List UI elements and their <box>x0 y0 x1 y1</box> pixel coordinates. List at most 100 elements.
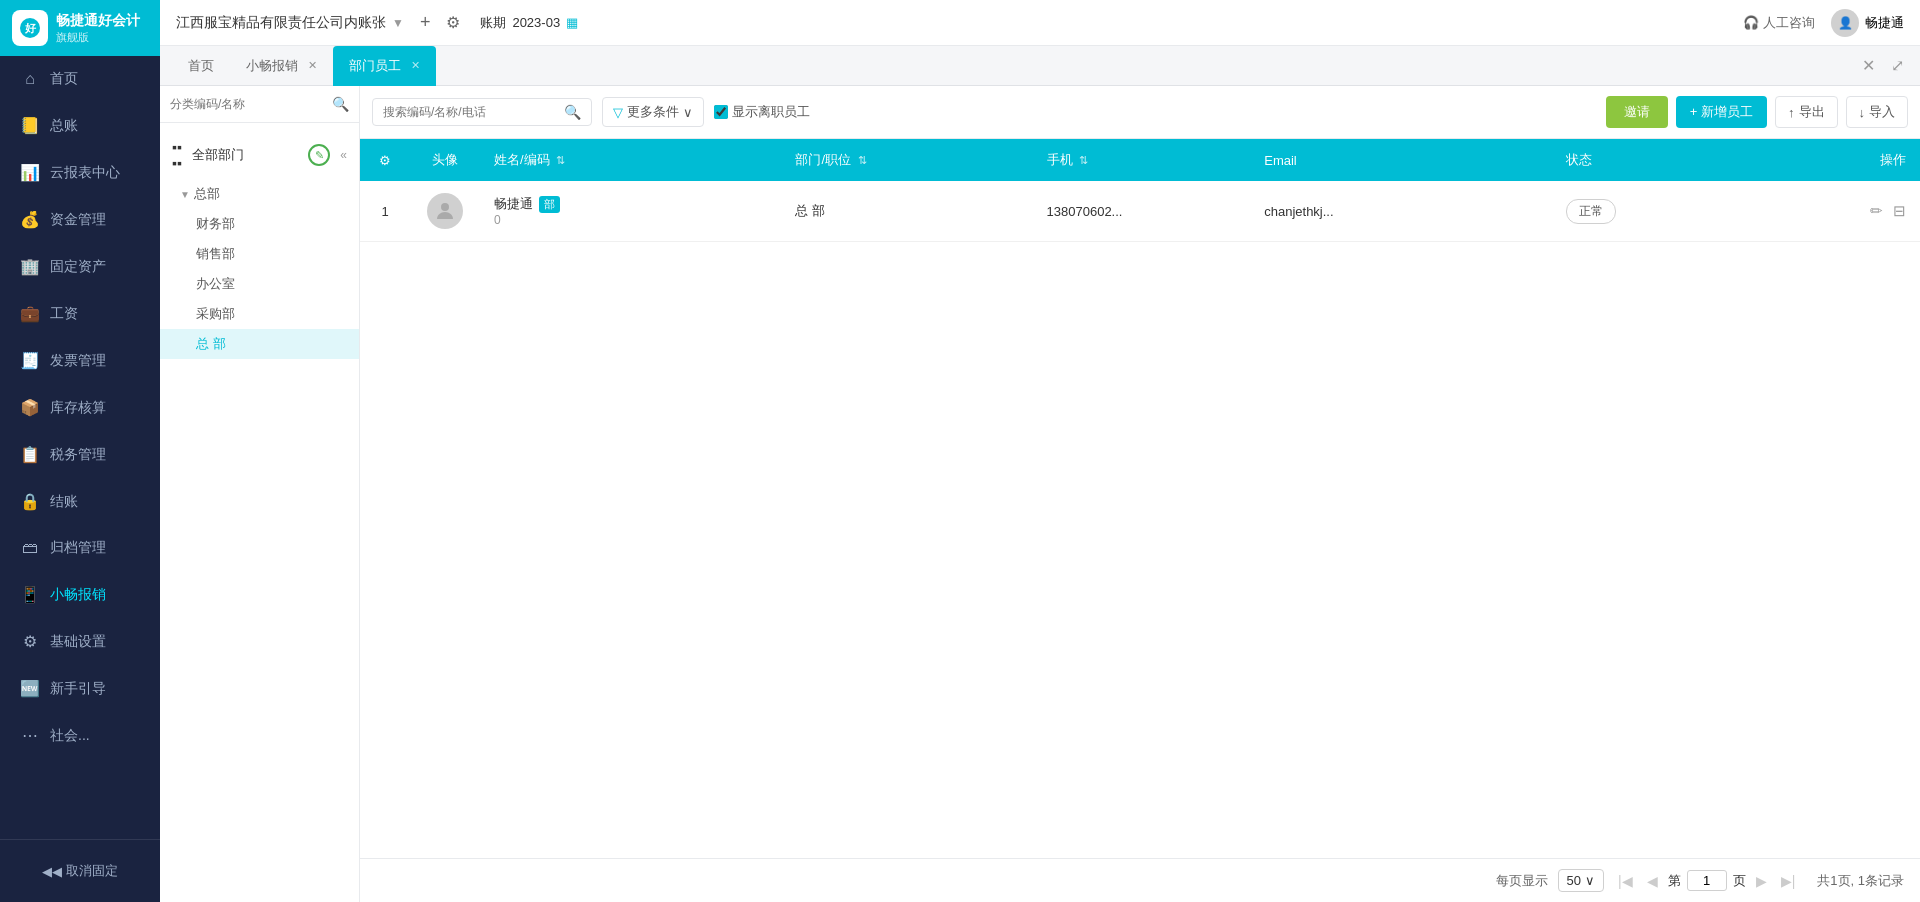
settings-icon: ⚙ <box>20 632 40 651</box>
sidebar-item-guide[interactable]: 🆕 新手引导 <box>0 665 160 712</box>
dept-headquarter-header[interactable]: ▼ 总部 <box>160 179 359 209</box>
page-size-value: 50 <box>1567 873 1581 888</box>
export-icon: ↑ <box>1788 105 1795 120</box>
sidebar-nav: ⌂ 首页 📒 总账 📊 云报表中心 💰 资金管理 🏢 固定资产 💼 工资 🧾 发… <box>0 56 160 839</box>
sidebar-item-home[interactable]: ⌂ 首页 <box>0 56 160 102</box>
tab-employees-close[interactable]: ✕ <box>411 59 420 72</box>
sort-phone-icon: ⇅ <box>1079 154 1088 166</box>
emp-dept-text: 总 部 <box>795 203 825 218</box>
sort-name-icon: ⇅ <box>556 154 565 166</box>
dept-search-input[interactable] <box>170 97 326 111</box>
next-page-button[interactable]: ▶ <box>1752 871 1771 891</box>
sidebar-item-tax[interactable]: 📋 税务管理 <box>0 431 160 478</box>
expand-tab-button[interactable]: ⤢ <box>1887 52 1908 79</box>
support-button[interactable]: 🎧 人工咨询 <box>1743 14 1815 32</box>
dept-grid-icon: ▪▪▪▪ <box>172 139 182 171</box>
page-content: 🔍 ▪▪▪▪ 全部部门 ✎ « ▼ 总部 财务部 <box>160 86 1920 902</box>
sidebar-item-assets-mgmt[interactable]: 💰 资金管理 <box>0 196 160 243</box>
first-page-button[interactable]: |◀ <box>1614 871 1637 891</box>
page-size-arrow: ∨ <box>1585 873 1595 888</box>
emp-email-text: chanjethkj... <box>1264 204 1333 219</box>
add-employee-button[interactable]: + 新增员工 <box>1676 96 1767 128</box>
period-label: 账期 <box>480 14 506 32</box>
last-page-button[interactable]: ▶| <box>1777 871 1800 891</box>
sidebar-item-checkout[interactable]: 🔒 结账 <box>0 478 160 525</box>
emp-footer: 每页显示 50 ∨ |◀ ◀ 第 页 ▶ ▶| 共1页, 1条记录 <box>360 858 1920 902</box>
sidebar-ledger-label: 总账 <box>50 117 78 135</box>
edit-employee-button[interactable]: ✏ <box>1870 202 1883 220</box>
sidebar-item-invoice[interactable]: 🧾 发票管理 <box>0 337 160 384</box>
dept-finance-label: 财务部 <box>196 216 235 231</box>
toolbar-right: 邀请 + 新增员工 ↑ 导出 ↓ 导入 <box>1606 96 1908 128</box>
dept-sales[interactable]: 销售部 <box>160 239 359 269</box>
sidebar-item-payroll[interactable]: 💼 工资 <box>0 290 160 337</box>
page-size-selector[interactable]: 50 ∨ <box>1558 869 1604 892</box>
cancel-pin-button[interactable]: ◀◀ 取消固定 <box>0 852 160 890</box>
sidebar-item-expense[interactable]: 📱 小畅报销 <box>0 571 160 618</box>
close-tab-button[interactable]: ✕ <box>1858 52 1879 79</box>
add-company-button[interactable]: + <box>416 12 435 33</box>
tab-expense-label: 小畅报销 <box>246 57 298 75</box>
show-resigned-checkbox[interactable]: 显示离职员工 <box>714 103 810 121</box>
payroll-icon: 💼 <box>20 304 40 323</box>
row-dept-cell: 总 部 <box>781 181 1032 242</box>
status-badge: 正常 <box>1566 199 1616 224</box>
col-header-name[interactable]: 姓名/编码 ⇅ <box>480 139 781 181</box>
emp-search-icon[interactable]: 🔍 <box>564 104 581 120</box>
dept-edit-button[interactable]: ✎ <box>308 144 330 166</box>
table-header-row: ⚙ 头像 姓名/编码 ⇅ 部门/职位 ⇅ <box>360 139 1920 181</box>
sidebar-item-fixed-assets[interactable]: 🏢 固定资产 <box>0 243 160 290</box>
tab-home[interactable]: 首页 <box>172 46 230 86</box>
sidebar-logo: 好 畅捷通好会计 旗舰版 <box>0 0 160 56</box>
col-header-settings[interactable]: ⚙ <box>360 139 410 181</box>
col-header-dept[interactable]: 部门/职位 ⇅ <box>781 139 1032 181</box>
sidebar-logo-texts: 畅捷通好会计 旗舰版 <box>56 11 140 44</box>
sidebar-item-ledger[interactable]: 📒 总账 <box>0 102 160 149</box>
dept-general[interactable]: 总 部 <box>160 329 359 359</box>
row-action-buttons: ✏ ⊟ <box>1767 202 1906 220</box>
emp-code-text: 0 <box>494 213 767 227</box>
sidebar-item-inventory[interactable]: 📦 库存核算 <box>0 384 160 431</box>
tab-expense[interactable]: 小畅报销 ✕ <box>230 46 333 86</box>
dept-all-label: 全部部门 <box>192 146 244 164</box>
dept-panel: 🔍 ▪▪▪▪ 全部部门 ✎ « ▼ 总部 财务部 <box>160 86 360 902</box>
dept-office[interactable]: 办公室 <box>160 269 359 299</box>
page-size-label: 每页显示 <box>1496 872 1548 890</box>
emp-search-input[interactable] <box>383 105 558 119</box>
import-button[interactable]: ↓ 导入 <box>1846 96 1909 128</box>
more-filters-label: 更多条件 <box>627 103 679 121</box>
sidebar-item-archive[interactable]: 🗃 归档管理 <box>0 525 160 571</box>
dept-search-icon[interactable]: 🔍 <box>332 96 349 112</box>
more-icon: ⋯ <box>20 726 40 745</box>
sidebar-item-settings[interactable]: ⚙ 基础设置 <box>0 618 160 665</box>
archive-icon: 🗃 <box>20 539 40 557</box>
tab-expense-close[interactable]: ✕ <box>308 59 317 72</box>
more-filters-button[interactable]: ▽ 更多条件 ∨ <box>602 97 704 127</box>
page-number-input[interactable] <box>1687 870 1727 891</box>
sidebar-item-more[interactable]: ⋯ 社会... <box>0 712 160 759</box>
filter-dropdown-icon: ∨ <box>683 105 693 120</box>
sidebar-settings-label: 基础设置 <box>50 633 106 651</box>
dept-all-item[interactable]: ▪▪▪▪ 全部部门 ✎ « <box>160 131 359 179</box>
invite-button[interactable]: 邀请 <box>1606 96 1668 128</box>
col-header-phone[interactable]: 手机 ⇅ <box>1033 139 1251 181</box>
dept-finance[interactable]: 财务部 <box>160 209 359 239</box>
main-content: 江西服宝精品有限责任公司内账张 ▼ + ⚙ 账期 2023-03 ▦ 🎧 人工咨… <box>160 0 1920 902</box>
sidebar-inventory-label: 库存核算 <box>50 399 106 417</box>
export-button[interactable]: ↑ 导出 <box>1775 96 1838 128</box>
show-resigned-input[interactable] <box>714 105 728 119</box>
delete-employee-button[interactable]: ⊟ <box>1893 202 1906 220</box>
company-settings-button[interactable]: ⚙ <box>446 13 460 32</box>
company-selector[interactable]: 江西服宝精品有限责任公司内账张 ▼ <box>176 14 404 32</box>
dept-collapse-button[interactable]: « <box>340 148 347 162</box>
checkout-icon: 🔒 <box>20 492 40 511</box>
import-label: 导入 <box>1869 103 1895 121</box>
calendar-icon[interactable]: ▦ <box>566 15 578 30</box>
user-menu[interactable]: 👤 畅捷通 <box>1831 9 1904 37</box>
dept-tree: ▪▪▪▪ 全部部门 ✎ « ▼ 总部 财务部 销售部 <box>160 123 359 902</box>
tab-employees[interactable]: 部门员工 ✕ <box>333 46 436 86</box>
app-title: 畅捷通好会计 <box>56 11 140 29</box>
dept-procurement[interactable]: 采购部 <box>160 299 359 329</box>
sidebar-item-reports[interactable]: 📊 云报表中心 <box>0 149 160 196</box>
prev-page-button[interactable]: ◀ <box>1643 871 1662 891</box>
